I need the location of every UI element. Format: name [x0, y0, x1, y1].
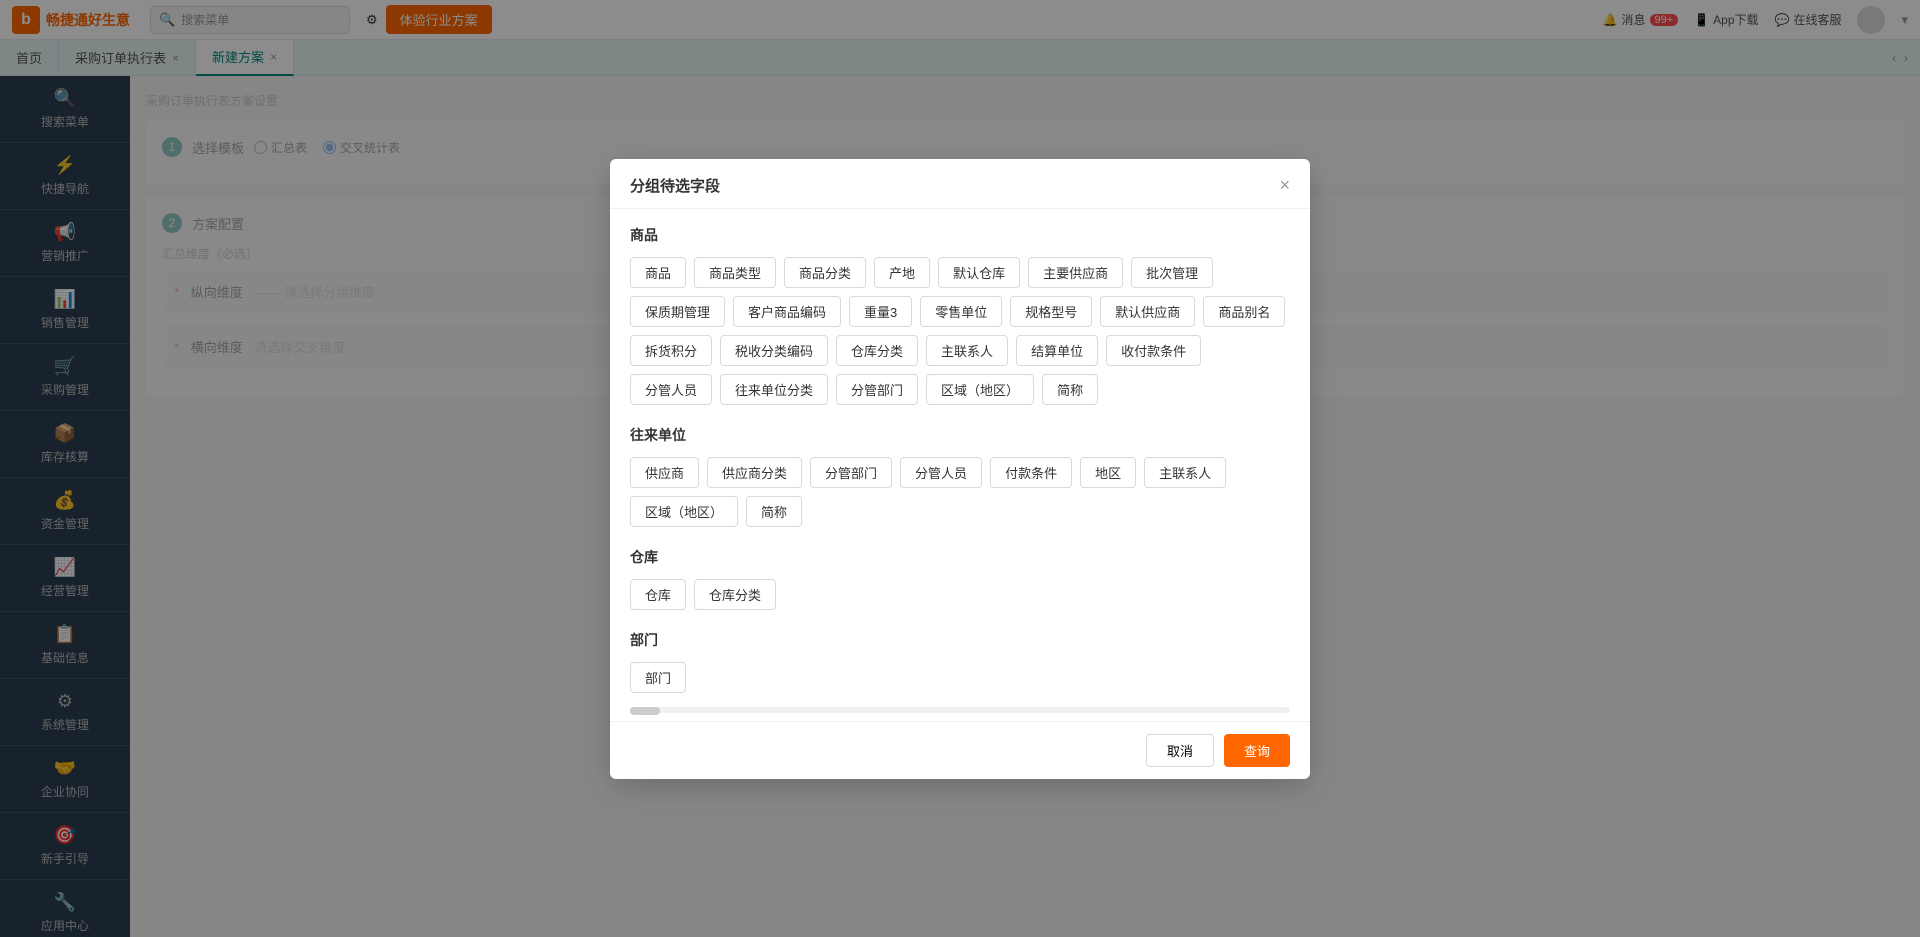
field-tag-abbr[interactable]: 简称 [1042, 374, 1098, 405]
field-tag-spec-model[interactable]: 规格型号 [1010, 296, 1092, 327]
field-tag-cp-supervisor[interactable]: 分管人员 [900, 457, 982, 488]
main-layout: 🔍 搜索菜单 ⚡ 快捷导航 📢 营销推广 📊 销售管理 🛒 采购管理 📦 库存核… [0, 76, 1920, 937]
section-dept-title: 部门 [630, 630, 1290, 650]
content-area: 采购订单执行表方案设置 1 选择模板 汇总表 交叉统计表 [130, 76, 1920, 937]
section-product-fields: 商品 商品类型 商品分类 产地 默认仓库 主要供应商 批次管理 保质期管理 客户… [630, 257, 1290, 405]
field-tag-cp-dept[interactable]: 分管部门 [810, 457, 892, 488]
field-tag-customer-code[interactable]: 客户商品编码 [733, 296, 841, 327]
field-tag-shelf-life[interactable]: 保质期管理 [630, 296, 725, 327]
section-dept: 部门 部门 [630, 630, 1290, 693]
field-tag-dept[interactable]: 分管部门 [836, 374, 918, 405]
section-warehouse: 仓库 仓库 仓库分类 [630, 547, 1290, 610]
field-tag-product-category[interactable]: 商品分类 [784, 257, 866, 288]
modal-body: 商品 商品 商品类型 商品分类 产地 默认仓库 主要供应商 批次管理 保质期管理… [610, 209, 1310, 708]
section-product-title: 商品 [630, 225, 1290, 245]
field-tag-warehouse[interactable]: 仓库 [630, 579, 686, 610]
cancel-button[interactable]: 取消 [1146, 734, 1214, 767]
field-tag-warehouse-category[interactable]: 仓库分类 [836, 335, 918, 366]
modal-header: 分组待选字段 × [610, 159, 1310, 209]
field-tag-region[interactable]: 区域（地区） [926, 374, 1034, 405]
field-tag-settlement-unit[interactable]: 结算单位 [1016, 335, 1098, 366]
field-tag-supplier[interactable]: 供应商 [630, 457, 699, 488]
section-warehouse-fields: 仓库 仓库分类 [630, 579, 1290, 610]
field-tag-main-supplier[interactable]: 主要供应商 [1028, 257, 1123, 288]
horizontal-scrollbar[interactable] [630, 707, 1290, 712]
field-tag-default-supplier[interactable]: 默认供应商 [1100, 296, 1195, 327]
field-tag-counterparty-category[interactable]: 往来单位分类 [720, 374, 828, 405]
field-tag-area[interactable]: 地区 [1080, 457, 1136, 488]
confirm-button[interactable]: 查询 [1224, 734, 1290, 767]
section-counterparty-fields: 供应商 供应商分类 分管部门 分管人员 付款条件 地区 主联系人 区域（地区） … [630, 457, 1290, 527]
section-dept-fields: 部门 [630, 662, 1290, 693]
section-counterparty-title: 往来单位 [630, 425, 1290, 445]
field-tag-split-points[interactable]: 拆货积分 [630, 335, 712, 366]
field-tag-main-contact[interactable]: 主联系人 [926, 335, 1008, 366]
field-select-modal: 分组待选字段 × 商品 商品 商品类型 商品分类 产地 默认仓库 [610, 159, 1310, 779]
field-tag-payment-condition[interactable]: 付款条件 [990, 457, 1072, 488]
field-tag-batch-mgmt[interactable]: 批次管理 [1131, 257, 1213, 288]
field-tag-wh-category[interactable]: 仓库分类 [694, 579, 776, 610]
field-tag-cp-abbr[interactable]: 简称 [746, 496, 802, 527]
field-tag-cp-region[interactable]: 区域（地区） [630, 496, 738, 527]
field-tag-tax-code[interactable]: 税收分类编码 [720, 335, 828, 366]
field-tag-payment-terms[interactable]: 收付款条件 [1106, 335, 1201, 366]
field-tag-cp-main-contact[interactable]: 主联系人 [1144, 457, 1226, 488]
field-tag-department[interactable]: 部门 [630, 662, 686, 693]
modal-footer: 取消 查询 [610, 721, 1310, 779]
modal-title: 分组待选字段 [630, 175, 720, 196]
field-tag-supervisor[interactable]: 分管人员 [630, 374, 712, 405]
field-tag-retail-unit[interactable]: 零售单位 [920, 296, 1002, 327]
field-tag-default-warehouse[interactable]: 默认仓库 [938, 257, 1020, 288]
field-tag-supplier-category[interactable]: 供应商分类 [707, 457, 802, 488]
modal-close-button[interactable]: × [1279, 175, 1290, 196]
modal-overlay: 分组待选字段 × 商品 商品 商品类型 商品分类 产地 默认仓库 [130, 76, 1920, 937]
section-warehouse-title: 仓库 [630, 547, 1290, 567]
field-tag-product-alias[interactable]: 商品别名 [1203, 296, 1285, 327]
field-tag-origin[interactable]: 产地 [874, 257, 930, 288]
field-tag-product[interactable]: 商品 [630, 257, 686, 288]
field-tag-weight3[interactable]: 重量3 [849, 296, 912, 327]
horizontal-scrollbar-thumb [630, 707, 660, 715]
section-counterparty: 往来单位 供应商 供应商分类 分管部门 分管人员 付款条件 地区 主联系人 区域… [630, 425, 1290, 527]
section-product: 商品 商品 商品类型 商品分类 产地 默认仓库 主要供应商 批次管理 保质期管理… [630, 225, 1290, 405]
field-tag-product-type[interactable]: 商品类型 [694, 257, 776, 288]
